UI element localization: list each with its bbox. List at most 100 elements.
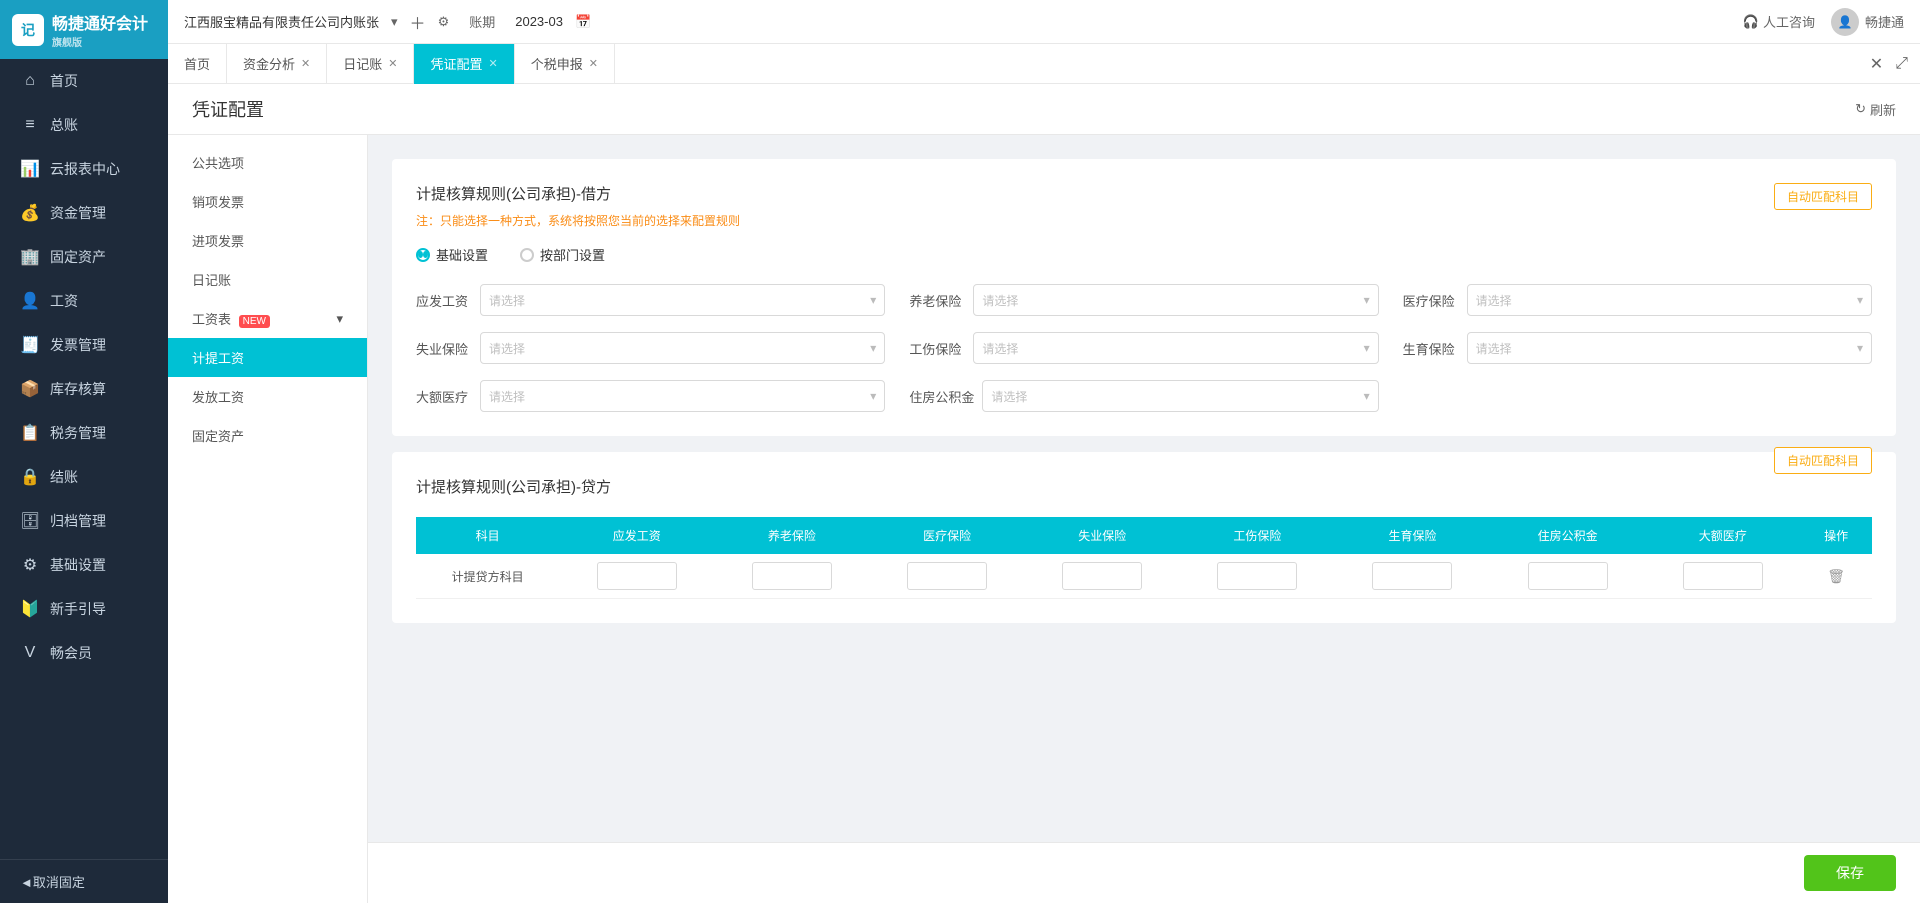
unpin-sidebar-button[interactable]: ◄取消固定 [0,859,168,903]
input-yingfa[interactable] [597,562,677,590]
select-shengyu[interactable]: 请选择 ▾ [1467,332,1872,364]
save-button[interactable]: 保存 [1804,855,1896,891]
user-menu[interactable]: 👤 畅捷通 [1831,8,1904,36]
sidebar-item-ledger[interactable]: ≡ 总账 [0,103,168,147]
sidebar-item-close[interactable]: 🔒 结账 [0,455,168,499]
logo-icon: 记 [12,14,44,46]
radio-basic[interactable]: 基础设置 [416,245,488,264]
input-shengyu[interactable] [1372,562,1452,590]
sidebar-label-payroll: 工资 [50,291,78,311]
radio-basic-circle [416,248,430,262]
select-yanglao[interactable]: 请选择 ▾ [973,284,1378,316]
select-yiliao[interactable]: 请选择 ▾ [1467,284,1872,316]
field-gjj: 住房公积金 请选择 ▾ [909,380,1378,412]
radio-dept-circle [520,248,534,262]
sidebar-item-archive[interactable]: 🗄 归档管理 [0,499,168,543]
menu-item-purchase[interactable]: 进项发票 [168,221,367,260]
debit-header-area: 自动匹配科目 计提核算规则(公司承担)-借方 注：只能选择一种方式，系统将按照您… [416,183,1872,245]
input-gjj[interactable] [1528,562,1608,590]
settings-gear-icon[interactable]: ⚙ [438,14,450,30]
select-shiye[interactable]: 请选择 ▾ [480,332,885,364]
assets-icon: 🏢 [20,247,40,267]
add-book-button[interactable]: ＋ [410,10,426,34]
sidebar-label-settings: 基础设置 [50,555,106,575]
input-dae[interactable] [1683,562,1763,590]
radio-dept[interactable]: 按部门设置 [520,245,605,264]
sidebar-item-home[interactable]: ⌂ 首页 [0,59,168,103]
menu-item-fixed-assets[interactable]: 固定资产 [168,416,367,455]
page-title: 凭证配置 [192,96,264,122]
sidebar-item-invoices[interactable]: 🧾 发票管理 [0,323,168,367]
select-yingfa[interactable]: 请选择 ▾ [480,284,885,316]
sidebar-item-funds[interactable]: 💰 资金管理 [0,191,168,235]
sidebar-item-guide[interactable]: 🔰 新手引导 [0,587,168,631]
refresh-button[interactable]: ↻ 刷新 [1855,100,1896,119]
tab-voucher-close[interactable]: ✕ [489,57,498,70]
td-yingfa-input[interactable] [559,554,714,599]
app-logo: 记 畅捷通好会计 旗舰版 [0,0,168,59]
select-dae[interactable]: 请选择 ▾ [480,380,885,412]
tab-tax-close[interactable]: ✕ [589,57,598,70]
table-header-row: 科目 应发工资 养老保险 医疗保险 失业保险 工伤保险 生育保险 住房公积金 大… [416,517,1872,554]
close-tab-icon[interactable]: ✕ [1870,54,1883,74]
company-dropdown-icon[interactable]: ▾ [391,14,398,30]
input-yanglao[interactable] [752,562,832,590]
input-gongshang[interactable] [1217,562,1297,590]
menu-item-pay-payroll[interactable]: 发放工资 [168,377,367,416]
td-shengyu-input[interactable] [1335,554,1490,599]
tab-voucher[interactable]: 凭证配置 ✕ [414,44,514,84]
sidebar-item-tax[interactable]: 📋 税务管理 [0,411,168,455]
sidebar-item-settings[interactable]: ⚙ 基础设置 [0,543,168,587]
td-gongshang-input[interactable] [1180,554,1335,599]
sidebar: 记 畅捷通好会计 旗舰版 ⌂ 首页 ≡ 总账 📊 云报表中心 💰 资金管理 🏢 … [0,0,168,903]
input-shiye[interactable] [1062,562,1142,590]
auto-match-credit-button[interactable]: 自动匹配科目 [1774,447,1872,474]
calendar-icon[interactable]: 📅 [575,14,591,30]
expand-tab-icon[interactable]: ⤢ [1895,55,1908,73]
select-gjj[interactable]: 请选择 ▾ [982,380,1378,412]
tab-tax[interactable]: 个税申报 ✕ [515,44,615,84]
sidebar-item-inventory[interactable]: 📦 库存核算 [0,367,168,411]
td-gjj-input[interactable] [1490,554,1645,599]
tab-diary[interactable]: 日记账 ✕ [327,44,414,84]
chevron-dae-icon: ▾ [870,389,876,403]
label-shiye: 失业保险 [416,339,472,358]
archive-icon: 🗄 [20,511,40,531]
menu-item-calc-payroll[interactable]: 计提工资 [168,338,367,377]
sidebar-item-payroll[interactable]: 👤 工资 [0,279,168,323]
menu-item-diary[interactable]: 日记账 [168,260,367,299]
td-shiye-input[interactable] [1025,554,1180,599]
td-dae-input[interactable] [1645,554,1800,599]
td-yiliao-input[interactable] [870,554,1025,599]
support-button[interactable]: 🎧 人工咨询 [1743,12,1815,31]
th-shengyu: 生育保险 [1335,517,1490,554]
menu-item-sales[interactable]: 销项发票 [168,182,367,221]
tab-home[interactable]: 首页 [168,44,227,84]
tab-funds[interactable]: 资金分析 ✕ [227,44,327,84]
th-gongshang: 工伤保险 [1180,517,1335,554]
refresh-label: 刷新 [1870,100,1896,119]
tab-funds-close[interactable]: ✕ [301,57,310,70]
sidebar-item-vip[interactable]: V 畅会员 [0,631,168,675]
tab-funds-label: 资金分析 [243,54,295,73]
chevron-yingfa-icon: ▾ [870,293,876,307]
sidebar-nav: ⌂ 首页 ≡ 总账 📊 云报表中心 💰 资金管理 🏢 固定资产 👤 工资 🧾 发… [0,59,168,859]
auto-match-debit-button[interactable]: 自动匹配科目 [1774,183,1872,210]
tab-diary-close[interactable]: ✕ [388,57,397,70]
sidebar-item-reports[interactable]: 📊 云报表中心 [0,147,168,191]
td-yanglao-input[interactable] [714,554,869,599]
debit-section-note: 注：只能选择一种方式，系统将按照您当前的选择来配置规则 [416,212,1872,229]
radio-group: 基础设置 按部门设置 [416,245,1872,264]
company-name: 江西服宝精品有限责任公司内账张 [184,12,379,31]
sidebar-item-assets[interactable]: 🏢 固定资产 [0,235,168,279]
label-yingfa: 应发工资 [416,291,472,310]
delete-row-icon[interactable]: 🗑 [1827,568,1845,584]
field-yanglao: 养老保险 请选择 ▾ [909,284,1378,316]
menu-group-payroll[interactable]: 工资表 NEW ▾ [168,299,367,338]
credit-section-title: 计提核算规则(公司承担)-贷方 [416,476,611,497]
menu-item-public[interactable]: 公共选项 [168,143,367,182]
input-yiliao[interactable] [907,562,987,590]
select-gongshang[interactable]: 请选择 ▾ [973,332,1378,364]
th-yingfa: 应发工资 [559,517,714,554]
td-delete[interactable]: 🗑 [1800,554,1872,599]
